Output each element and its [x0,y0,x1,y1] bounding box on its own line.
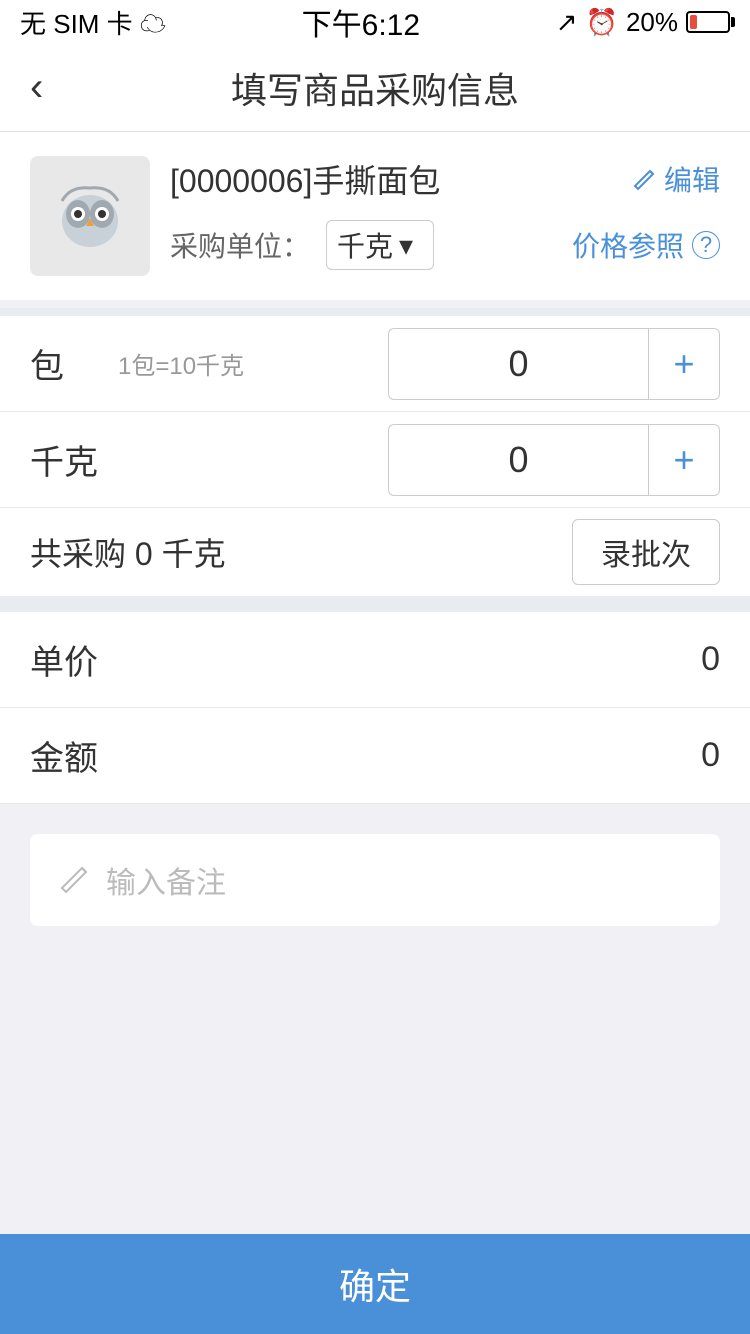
footer-spacer [0,1004,750,1104]
product-image [30,156,150,276]
help-icon: ? [692,231,720,259]
notes-input[interactable]: 输入备注 [30,834,720,926]
price-section: 单价 0 金额 0 [0,612,750,804]
bao-section: 包 1包=10千克 0 + 千克 0 + [0,316,750,508]
bao-row: 包 1包=10千克 0 + [0,316,750,412]
status-time: 下午6:12 [302,0,420,44]
kg-input[interactable]: 0 [388,424,648,496]
amount-value: 0 [701,736,720,775]
kg-plus-button[interactable]: + [648,424,720,496]
amount-row: 金额 0 [0,708,750,804]
unit-label: 采购单位： [170,225,310,265]
product-card: [0000006]手撕面包 编辑 采购单位： 千克 ▾ 价格参照 ? [0,132,750,308]
edit-button[interactable]: 编辑 [632,159,720,199]
price-ref-button[interactable]: 价格参照 ? [572,225,720,265]
product-info: [0000006]手撕面包 编辑 采购单位： 千克 ▾ 价格参照 ? [170,156,720,270]
pencil-icon [58,864,90,896]
kg-input-wrap: 0 + [388,424,720,496]
section-divider-1 [0,308,750,316]
location-icon: ↗ [556,7,578,38]
battery-percent: 20% [626,7,678,38]
page-title: 填写商品采购信息 [231,62,519,114]
confirm-label: 确定 [339,1258,411,1310]
record-button[interactable]: 录批次 [572,519,720,585]
back-button[interactable]: ‹ [30,55,63,120]
bao-sublabel: 1包=10千克 [118,346,244,381]
section-divider-2 [0,604,750,612]
unit-price-label: 单价 [30,635,98,684]
kg-row: 千克 0 + [0,412,750,508]
status-left: 无 SIM 卡 ☁ [20,4,166,41]
unit-price-value: 0 [701,640,720,679]
battery-fill [690,15,697,29]
notes-section: 输入备注 [0,804,750,1004]
chevron-down-icon: ▾ [399,229,413,262]
bao-label: 包 [30,339,110,388]
owl-icon [30,156,150,276]
product-name: [0000006]手撕面包 [170,156,440,202]
unit-row: 采购单位： 千克 ▾ 价格参照 ? [170,220,720,270]
total-row: 共采购 0 千克 录批次 [0,508,750,604]
unit-price-row: 单价 0 [0,612,750,708]
kg-label: 千克 [30,435,110,484]
unit-select[interactable]: 千克 ▾ [326,220,434,270]
bao-plus-button[interactable]: + [648,328,720,400]
nav-bar: ‹ 填写商品采购信息 [0,44,750,132]
battery-icon [686,11,730,33]
notes-placeholder: 输入备注 [106,858,226,902]
alarm-icon: ⏰ [586,7,618,38]
amount-label: 金额 [30,731,98,780]
bao-input[interactable]: 0 [388,328,648,400]
product-name-row: [0000006]手撕面包 编辑 [170,156,720,202]
confirm-button[interactable]: 确定 [0,1234,750,1334]
status-bar: 无 SIM 卡 ☁ 下午6:12 ↗ ⏰ 20% [0,0,750,44]
bao-input-wrap: 0 + [388,328,720,400]
sim-label: 无 SIM 卡 ☁ [20,4,166,41]
status-right: ↗ ⏰ 20% [556,7,730,38]
total-label: 共采购 0 千克 [30,529,226,575]
